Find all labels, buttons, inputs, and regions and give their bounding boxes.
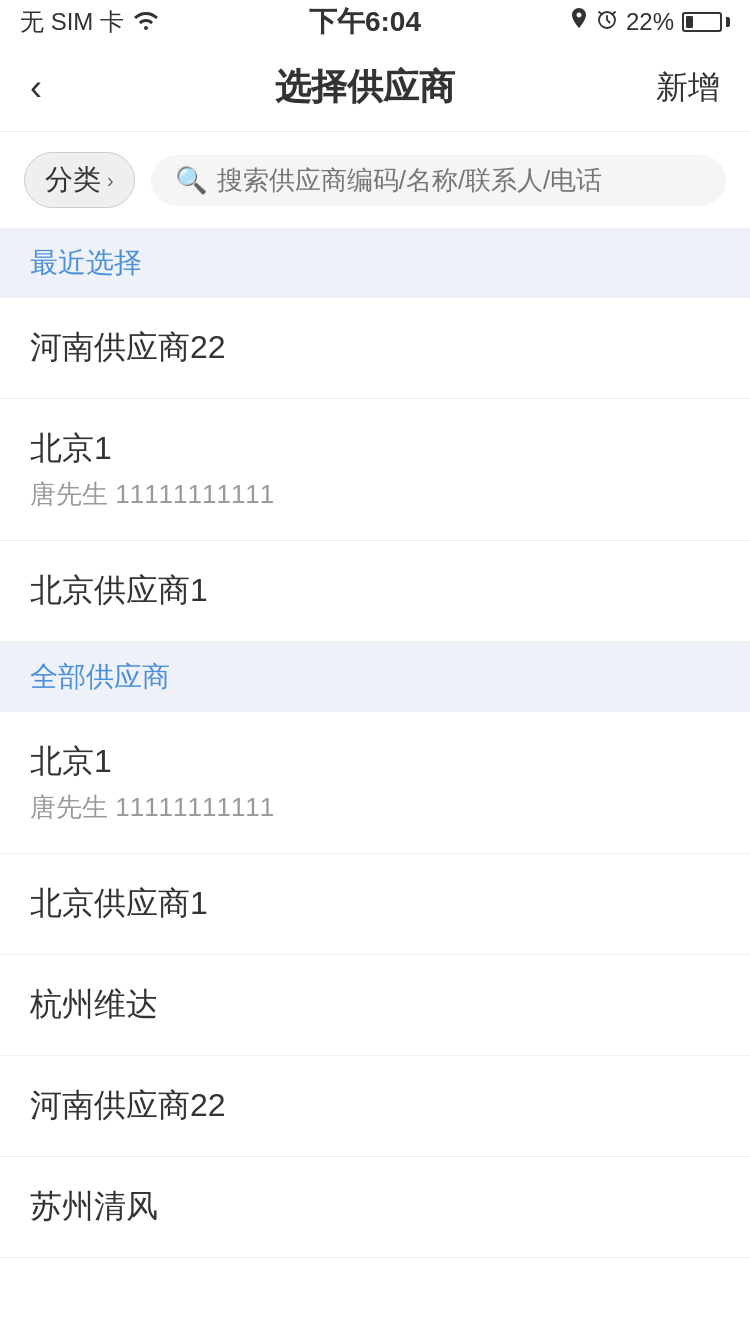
list-item[interactable]: 北京供应商1	[0, 541, 750, 642]
item-sub: 唐先生 11111111111	[30, 477, 720, 512]
location-icon	[570, 8, 588, 36]
wifi-icon	[132, 8, 160, 36]
status-right: 22%	[570, 8, 730, 36]
item-name: 河南供应商22	[30, 326, 720, 370]
back-button[interactable]: ‹	[30, 67, 90, 109]
page-title: 选择供应商	[90, 63, 640, 112]
status-left: 无 SIM 卡	[20, 6, 160, 38]
list-item[interactable]: 苏州清风	[0, 1157, 750, 1258]
list-item[interactable]: 河南供应商22	[0, 298, 750, 399]
filter-bar: 分类 › 🔍	[0, 132, 750, 228]
item-name: 北京供应商1	[30, 569, 720, 613]
list-item[interactable]: 杭州维达	[0, 955, 750, 1056]
category-label: 分类	[45, 161, 101, 199]
item-name: 北京1	[30, 740, 720, 784]
chevron-icon: ›	[107, 169, 114, 192]
all-list: 北京1 唐先生 11111111111 北京供应商1 杭州维达河南供应商22 苏州清风	[0, 712, 750, 1258]
sim-text: 无 SIM 卡	[20, 6, 124, 38]
item-name: 杭州维达	[30, 983, 720, 1027]
status-bar: 无 SIM 卡 下午6:04 22%	[0, 0, 750, 44]
item-name: 苏州清风	[30, 1185, 720, 1229]
list-item[interactable]: 河南供应商22	[0, 1056, 750, 1157]
add-button[interactable]: 新增	[640, 66, 720, 110]
all-section-label: 全部供应商	[30, 661, 170, 692]
battery-icon	[682, 12, 730, 32]
item-name: 北京1	[30, 427, 720, 471]
item-name: 北京供应商1	[30, 882, 720, 926]
all-section-header: 全部供应商	[0, 642, 750, 712]
search-icon: 🔍	[175, 165, 207, 196]
status-time: 下午6:04	[309, 3, 421, 41]
nav-bar: ‹ 选择供应商 新增	[0, 44, 750, 132]
alarm-icon	[596, 8, 618, 36]
search-wrap: 🔍	[151, 155, 726, 206]
list-item[interactable]: 北京供应商1	[0, 854, 750, 955]
search-input[interactable]	[217, 165, 702, 196]
list-item[interactable]: 北京1 唐先生 11111111111	[0, 399, 750, 541]
list-item[interactable]: 北京1 唐先生 11111111111	[0, 712, 750, 854]
category-button[interactable]: 分类 ›	[24, 152, 135, 208]
recent-section-header: 最近选择	[0, 228, 750, 298]
recent-list: 河南供应商22 北京1 唐先生 11111111111 北京供应商1	[0, 298, 750, 642]
item-sub: 唐先生 11111111111	[30, 790, 720, 825]
recent-section-label: 最近选择	[30, 247, 142, 278]
item-name: 河南供应商22	[30, 1084, 720, 1128]
battery-percent: 22%	[626, 8, 674, 36]
